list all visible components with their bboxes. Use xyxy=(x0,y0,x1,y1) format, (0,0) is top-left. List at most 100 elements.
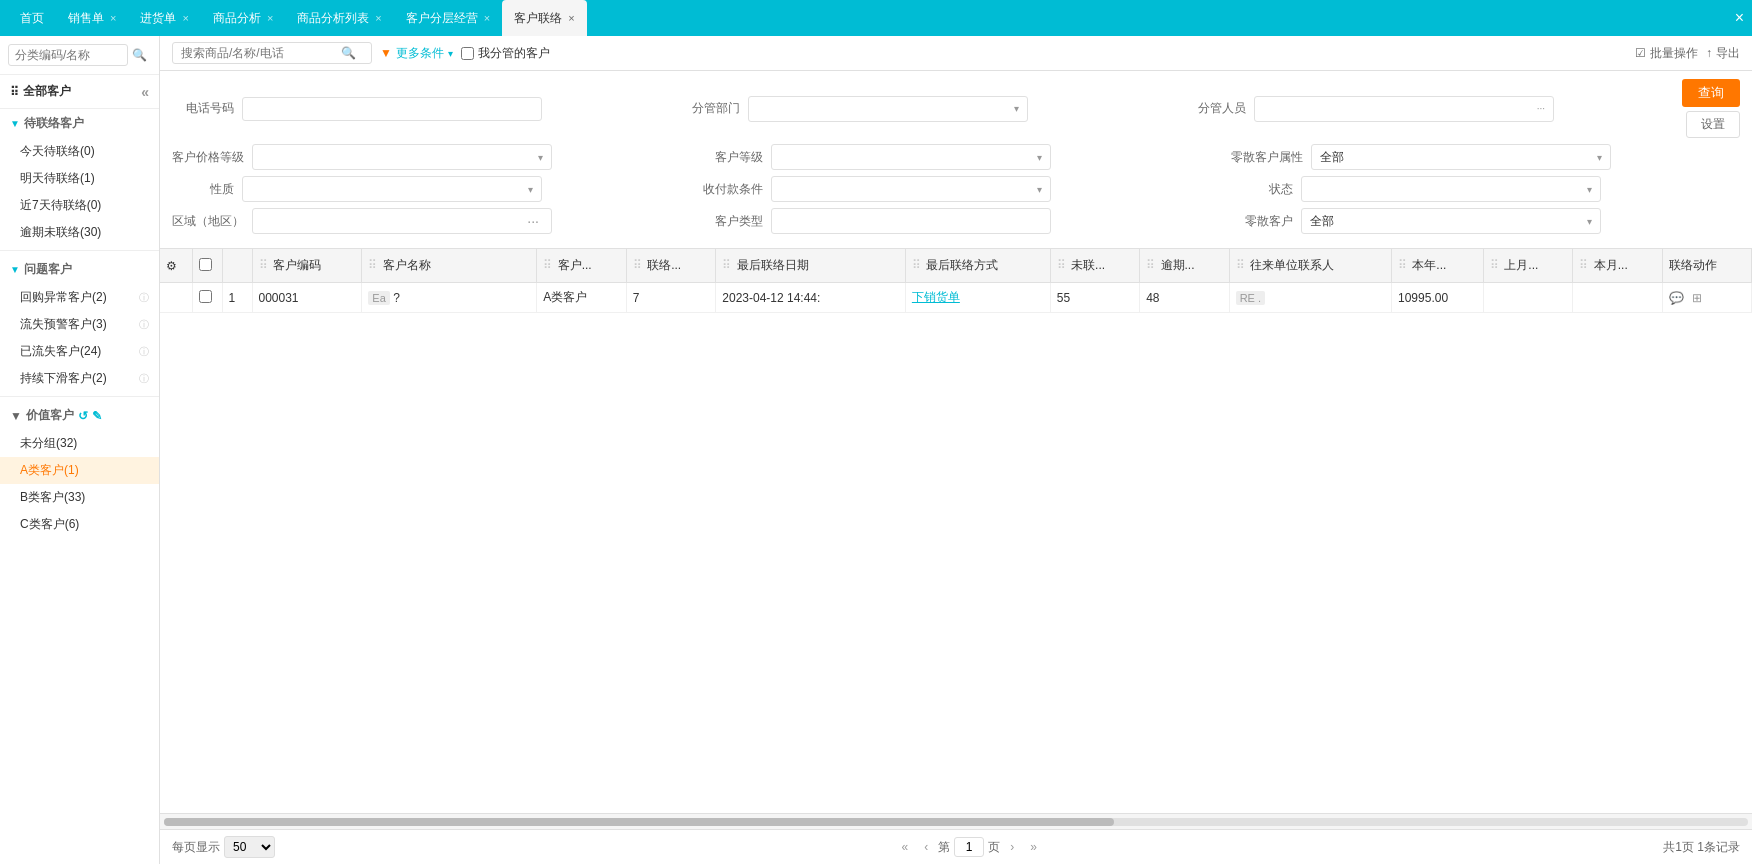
nav-tab-product-analysis-list[interactable]: 商品分析列表 × xyxy=(285,0,393,36)
dept-dropdown-icon: ▾ xyxy=(1014,103,1019,114)
sidebar-item-tomorrow[interactable]: 明天待联络(1) xyxy=(0,165,159,192)
sidebar-search-input[interactable] xyxy=(8,44,128,66)
sidebar-group-problem[interactable]: ▼ 问题客户 xyxy=(0,255,159,284)
close-purchase-tab[interactable]: × xyxy=(182,12,188,24)
repurchase-info-icon[interactable]: ⓘ xyxy=(139,291,149,305)
export-btn[interactable]: ↑ 导出 xyxy=(1706,45,1740,62)
close-sales-tab[interactable]: × xyxy=(110,12,116,24)
col-resize-this-month[interactable]: ⠿ xyxy=(1579,258,1588,272)
declining-info-icon[interactable]: ⓘ xyxy=(139,372,149,386)
close-product-list-tab[interactable]: × xyxy=(375,12,381,24)
col-resize-this-year[interactable]: ⠿ xyxy=(1398,258,1407,272)
filter-more-btn[interactable]: ▼ 更多条件 ▾ xyxy=(380,45,453,62)
col-resize-name[interactable]: ⠿ xyxy=(368,258,377,272)
sidebar-item-ungroup[interactable]: 未分组(32) xyxy=(0,430,159,457)
sidebar-item-repurchase[interactable]: 回购异常客户(2) ⓘ xyxy=(0,284,159,311)
my-customers-checkbox[interactable]: 我分管的客户 xyxy=(461,45,550,62)
scroll-track[interactable] xyxy=(164,818,1748,826)
message-icon[interactable]: 💬 xyxy=(1669,291,1684,305)
prev-page-btn[interactable]: ‹ xyxy=(918,838,934,856)
col-resize-code[interactable]: ⠿ xyxy=(259,258,268,272)
share-icon[interactable]: ⊞ xyxy=(1692,291,1702,305)
filter-label: 更多条件 xyxy=(396,45,444,62)
nature-select[interactable]: ▾ xyxy=(242,176,542,202)
col-resize-last-method[interactable]: ⠿ xyxy=(912,258,921,272)
region-more-icon[interactable]: ··· xyxy=(523,213,543,229)
sidebar-search-icon[interactable]: 🔍 xyxy=(132,48,147,62)
col-settings[interactable]: ⚙ xyxy=(160,249,192,283)
page-end-label: 页 xyxy=(988,839,1000,856)
type-select[interactable] xyxy=(771,208,1051,234)
payment-select[interactable]: ▾ xyxy=(771,176,1051,202)
sidebar-item-lost[interactable]: 已流失客户(24) ⓘ xyxy=(0,338,159,365)
table-container: ⚙ ⠿ 客户编码 ⠿ 客户名称 xyxy=(160,249,1752,813)
phone-input[interactable] xyxy=(242,97,542,121)
page-size-select[interactable]: 50 100 200 xyxy=(224,836,275,858)
sidebar-search-area: 🔍 xyxy=(0,36,159,75)
a-class-label: A类客户(1) xyxy=(20,462,79,479)
retail-attr-select[interactable]: 全部 ▾ xyxy=(1311,144,1611,170)
search-input[interactable] xyxy=(181,46,341,60)
nav-tab-home[interactable]: 首页 xyxy=(8,0,56,36)
price-grade-select[interactable]: ▾ xyxy=(252,144,552,170)
first-page-btn[interactable]: « xyxy=(895,838,914,856)
sidebar-item-7days[interactable]: 近7天待联络(0) xyxy=(0,192,159,219)
row-checkbox[interactable] xyxy=(199,290,212,303)
col-resize-not-contact[interactable]: ⠿ xyxy=(1057,258,1066,272)
col-resize-overdue[interactable]: ⠿ xyxy=(1146,258,1155,272)
filter-cell-person: 分管人员 ··· xyxy=(1184,96,1670,122)
bulk-op-btn[interactable]: ☑ 批量操作 xyxy=(1635,45,1698,62)
nav-tab-customer-contact[interactable]: 客户联络 × xyxy=(502,0,586,36)
sidebar-item-b-class[interactable]: B类客户(33) xyxy=(0,484,159,511)
settings-button[interactable]: 设置 xyxy=(1686,111,1740,138)
region-select[interactable]: ··· xyxy=(252,208,552,234)
close-customer-contact-tab[interactable]: × xyxy=(568,12,574,24)
status-select[interactable]: ▾ xyxy=(1301,176,1601,202)
retail-select[interactable]: 全部 ▾ xyxy=(1301,208,1601,234)
nav-tab-customer-segment[interactable]: 客户分层经营 × xyxy=(394,0,502,36)
settings-icon[interactable]: ⚙ xyxy=(166,259,177,273)
dept-select[interactable]: ▾ xyxy=(748,96,1028,122)
lost-info-icon[interactable]: ⓘ xyxy=(139,345,149,359)
sidebar-item-declining[interactable]: 持续下滑客户(2) ⓘ xyxy=(0,365,159,392)
toolbar-search-icon[interactable]: 🔍 xyxy=(341,46,356,60)
nav-tab-sales[interactable]: 销售单 × xyxy=(56,0,128,36)
next-page-btn[interactable]: › xyxy=(1004,838,1020,856)
col-overdue-label: 逾期... xyxy=(1161,258,1195,272)
row-name-tag: Ea xyxy=(368,291,389,305)
grade-select[interactable]: ▾ xyxy=(771,144,1051,170)
problem-arrow-icon: ▼ xyxy=(10,264,20,275)
refresh-icon[interactable]: ↺ xyxy=(78,409,88,423)
last-method-link[interactable]: 下销货单 xyxy=(912,290,960,304)
sidebar-item-overdue[interactable]: 逾期未联络(30) xyxy=(0,219,159,246)
col-resize-unit-contact[interactable]: ⠿ xyxy=(1236,258,1245,272)
sidebar-collapse-button[interactable]: « xyxy=(141,84,149,100)
row-last-method-cell[interactable]: 下销货单 xyxy=(905,283,1050,313)
select-all-checkbox[interactable] xyxy=(199,258,212,271)
col-resize-last-date[interactable]: ⠿ xyxy=(722,258,731,272)
sidebar-item-today[interactable]: 今天待联络(0) xyxy=(0,138,159,165)
col-resize-last-month[interactable]: ⠿ xyxy=(1490,258,1499,272)
my-customers-check[interactable] xyxy=(461,47,474,60)
edit-value-icon[interactable]: ✎ xyxy=(92,409,102,423)
sidebar-item-a-class[interactable]: A类客户(1) xyxy=(0,457,159,484)
close-customer-segment-tab[interactable]: × xyxy=(484,12,490,24)
sidebar-item-c-class[interactable]: C类客户(6) xyxy=(0,511,159,538)
col-resize-type[interactable]: ⠿ xyxy=(543,258,552,272)
query-button[interactable]: 查询 xyxy=(1682,79,1740,107)
close-product-analysis-tab[interactable]: × xyxy=(267,12,273,24)
horizontal-scrollbar[interactable] xyxy=(160,813,1752,829)
nav-tab-product-analysis[interactable]: 商品分析 × xyxy=(201,0,285,36)
close-all-button[interactable]: × xyxy=(1735,9,1744,27)
my-customers-label: 我分管的客户 xyxy=(478,45,550,62)
lost-warning-info-icon[interactable]: ⓘ xyxy=(139,318,149,332)
col-resize-contact[interactable]: ⠿ xyxy=(633,258,642,272)
person-select[interactable]: ··· xyxy=(1254,96,1554,122)
page-input[interactable] xyxy=(954,837,984,857)
nav-tab-purchase[interactable]: 进货单 × xyxy=(128,0,200,36)
scroll-thumb[interactable] xyxy=(164,818,1114,826)
col-code-label: 客户编码 xyxy=(273,258,321,272)
last-page-btn[interactable]: » xyxy=(1024,838,1043,856)
sidebar-item-lost-warning[interactable]: 流失预警客户(3) ⓘ xyxy=(0,311,159,338)
sidebar-group-pending[interactable]: ▼ 待联络客户 xyxy=(0,109,159,138)
